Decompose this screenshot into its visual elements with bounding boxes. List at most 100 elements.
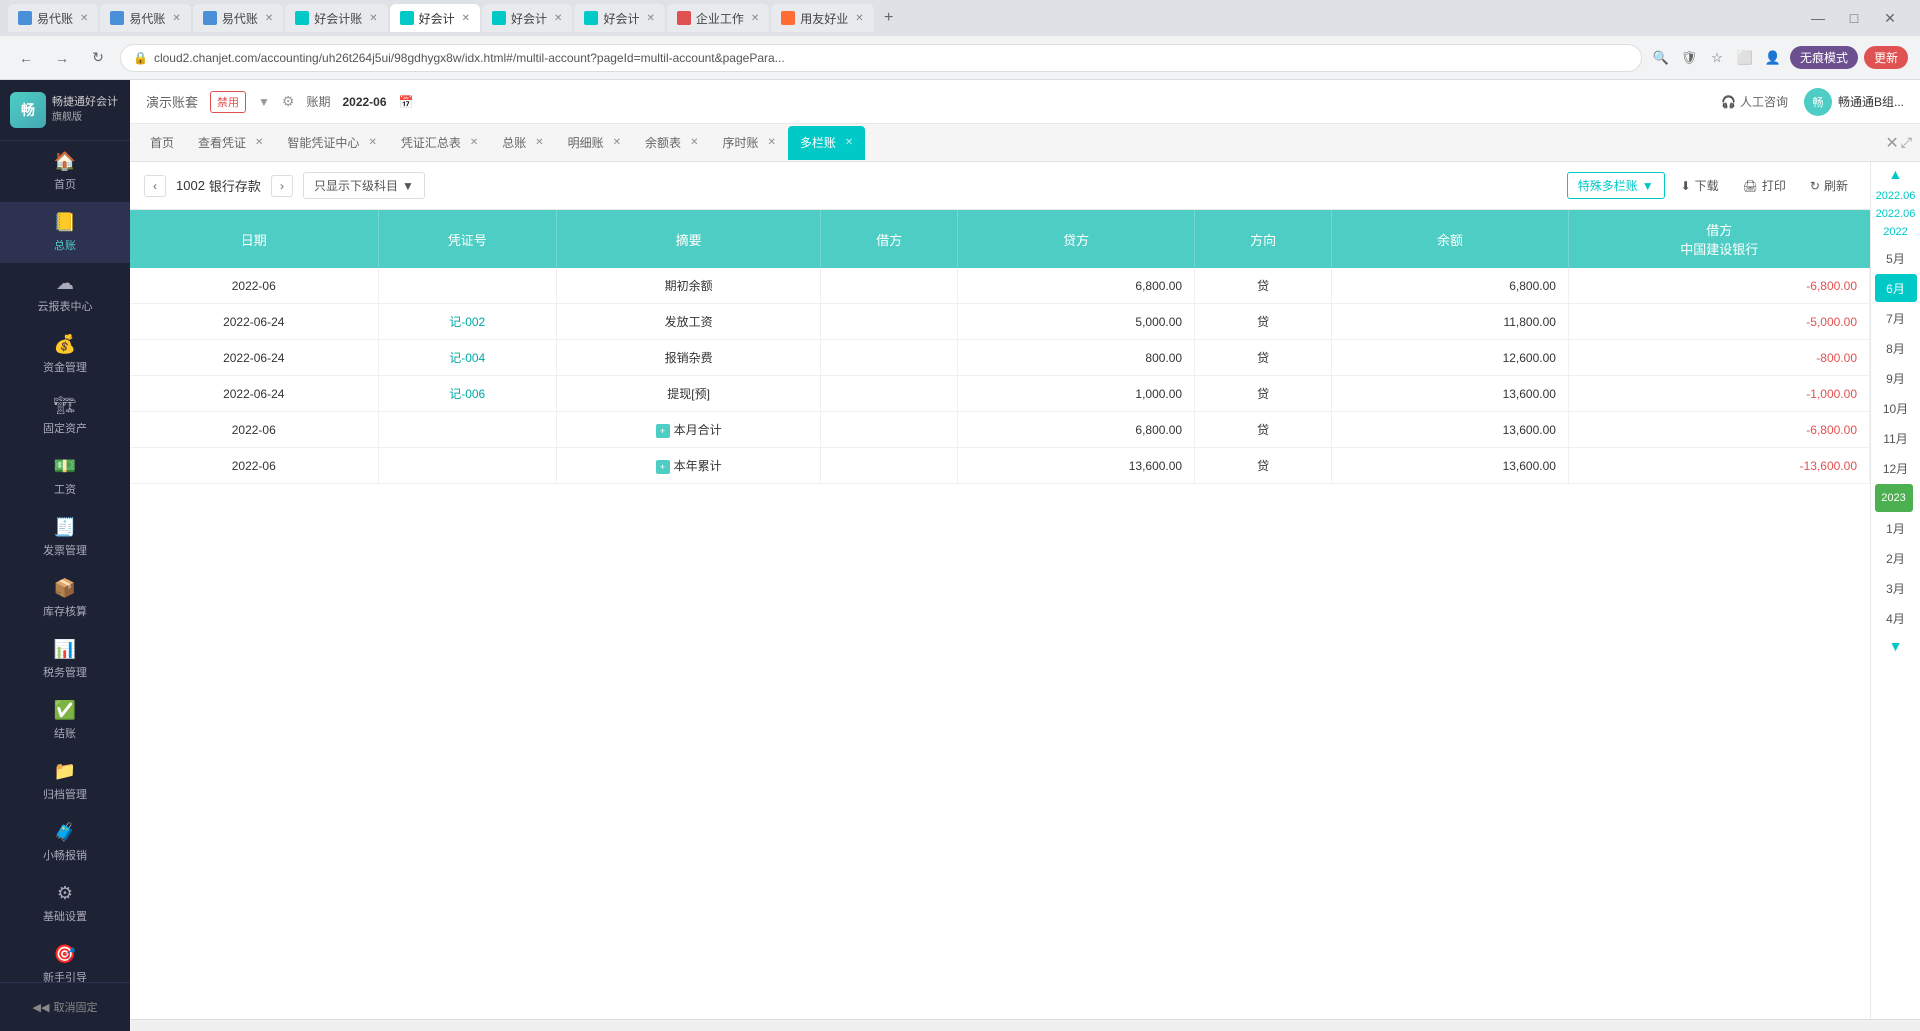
tab-close-8[interactable]: ✕ [751,13,759,24]
shield-icon[interactable]: 🛡 [1678,47,1700,69]
next-account-button[interactable]: › [271,175,293,197]
tab-balance-close[interactable]: ✕ [690,137,698,148]
cell-voucher[interactable]: 记-004 [378,340,556,376]
tab-3[interactable]: 易代账 ✕ [193,4,283,32]
tab-general-ledger[interactable]: 总账 ✕ [490,126,555,160]
sidebar-item-settings[interactable]: ⚙ 基础设置 [0,873,130,934]
reload-button[interactable]: ↻ [84,44,112,72]
tab-view-voucher[interactable]: 查看凭证 ✕ [186,126,275,160]
tab-9[interactable]: 用友好业 ✕ [771,4,873,32]
tab-home[interactable]: 首页 [138,126,186,160]
sidebar-item-fixed-assets[interactable]: 🏗 固定资产 [0,385,130,446]
tab-close-icon[interactable]: ✕ [1885,133,1898,153]
logo-icon: 畅 [10,92,46,128]
tab-multi-column[interactable]: 多栏账 ✕ [788,126,865,160]
month-item[interactable]: 2月 [1875,544,1917,572]
horizontal-scrollbar[interactable] [130,1019,1920,1031]
back-button[interactable]: ← [12,44,40,72]
download-button[interactable]: ⬇ 下载 [1673,173,1727,198]
special-multi-button[interactable]: 特殊多栏账 ▼ [1567,172,1665,199]
month-item[interactable]: 6月 [1875,274,1917,302]
wuhen-button[interactable]: 无痕模式 [1790,46,1858,69]
month-item[interactable]: 7月 [1875,304,1917,332]
tab-balance[interactable]: 余额表 ✕ [633,126,710,160]
extension-icon[interactable]: ⬜ [1734,47,1756,69]
cell-date: 2022-06 [130,448,378,484]
sidebar-item-closing[interactable]: ✅ 结账 [0,690,130,751]
tab-detail-ledger[interactable]: 明细账 ✕ [556,126,633,160]
month-scroll-up[interactable]: ▲ [1883,162,1907,186]
month-item[interactable]: 8月 [1875,334,1917,362]
close-window-button[interactable]: ✕ [1876,4,1904,32]
tab-5[interactable]: 好会计 ✕ [390,4,480,32]
sidebar-item-ledger[interactable]: 📒 总账 [0,202,130,263]
sidebar-item-archive[interactable]: 📁 归档管理 [0,751,130,812]
month-item[interactable]: 12月 [1875,454,1917,482]
tab-close-7[interactable]: ✕ [646,13,654,24]
update-button[interactable]: 更新 [1864,46,1908,69]
tab-voucher-summary[interactable]: 凭证汇总表 ✕ [389,126,490,160]
tab-close-9[interactable]: ✕ [855,13,863,24]
refresh-button[interactable]: ↻ 刷新 [1802,173,1856,198]
sidebar-item-salary[interactable]: 💵 工资 [0,446,130,507]
tab-close-1[interactable]: ✕ [80,13,88,24]
tab-6[interactable]: 好会计 ✕ [482,4,572,32]
service-button[interactable]: 🎧 人工咨询 [1721,93,1788,110]
demo-badge[interactable]: 禁用 [210,91,246,113]
month-item[interactable]: 9月 [1875,364,1917,392]
minimize-button[interactable]: — [1804,4,1832,32]
maximize-button[interactable]: □ [1840,4,1868,32]
tab-2[interactable]: 易代账 ✕ [100,4,190,32]
prev-account-button[interactable]: ‹ [144,175,166,197]
tab-close-6[interactable]: ✕ [554,13,562,24]
month-item[interactable]: 1月 [1875,514,1917,542]
sidebar-item-home[interactable]: 🏠 首页 [0,141,130,202]
search-icon[interactable]: 🔍 [1650,47,1672,69]
month-item[interactable]: 3月 [1875,574,1917,602]
new-tab-button[interactable]: + [876,5,902,31]
star-icon[interactable]: ☆ [1706,47,1728,69]
month-item[interactable]: 10月 [1875,394,1917,422]
cell-voucher[interactable]: 记-002 [378,304,556,340]
calendar-icon[interactable]: 📅 [399,95,414,109]
tab-close-3[interactable]: ✕ [265,13,273,24]
sidebar-item-tax[interactable]: 📊 税务管理 [0,629,130,690]
tab-view-voucher-close[interactable]: ✕ [255,137,263,148]
sidebar-item-inventory[interactable]: 📦 库存核算 [0,568,130,629]
cell-direction: 贷 [1195,304,1332,340]
sub-filter-dropdown[interactable]: 只显示下级科目 ▼ [303,172,425,199]
demo-dropdown-arrow[interactable]: ▼ [258,95,270,109]
tab-expand-icon[interactable]: ⤢ [1901,134,1912,151]
profile-icon[interactable]: 👤 [1762,47,1784,69]
tab-8[interactable]: 企业工作 ✕ [667,4,769,32]
tab-detail-ledger-close[interactable]: ✕ [613,137,621,148]
tab-7[interactable]: 好会计 ✕ [574,4,664,32]
tab-close-2[interactable]: ✕ [172,13,180,24]
tab-multi-column-close[interactable]: ✕ [845,137,853,148]
tab-4[interactable]: 好会计账 ✕ [285,4,387,32]
forward-button[interactable]: → [48,44,76,72]
settings-gear-icon[interactable]: ⚙ [282,93,295,110]
sidebar-item-invoice[interactable]: 🧾 发票管理 [0,507,130,568]
month-scroll-down[interactable]: ▼ [1884,634,1908,658]
sidebar-item-guide[interactable]: 🎯 新手引导 [0,934,130,982]
sidebar-item-capital[interactable]: 💰 资金管理 [0,324,130,385]
month-item[interactable]: 11月 [1875,424,1917,452]
tab-close-4[interactable]: ✕ [369,13,377,24]
sidebar-item-cloud-report[interactable]: ☁ 云报表中心 [0,263,130,324]
tab-journal[interactable]: 序时账 ✕ [710,126,787,160]
print-button[interactable]: 🖨 打印 [1735,173,1794,198]
tab-voucher-summary-close[interactable]: ✕ [470,137,478,148]
tab-general-ledger-close[interactable]: ✕ [535,137,543,148]
cell-voucher[interactable]: 记-006 [378,376,556,412]
tab-smart-voucher[interactable]: 智能凭证中心 ✕ [275,126,388,160]
unpin-button[interactable]: ◀◀ 取消固定 [5,993,125,1021]
sidebar-item-expense[interactable]: 🧳 小畅报销 [0,812,130,873]
tab-smart-voucher-close[interactable]: ✕ [368,137,376,148]
month-item[interactable]: 5月 [1875,244,1917,272]
address-input[interactable]: 🔒 cloud2.chanjet.com/accounting/uh26t264… [120,44,1642,72]
tab-journal-close[interactable]: ✕ [767,137,775,148]
tab-close-5[interactable]: ✕ [462,13,470,24]
tab-1[interactable]: 易代账 ✕ [8,4,98,32]
month-item[interactable]: 4月 [1875,604,1917,632]
